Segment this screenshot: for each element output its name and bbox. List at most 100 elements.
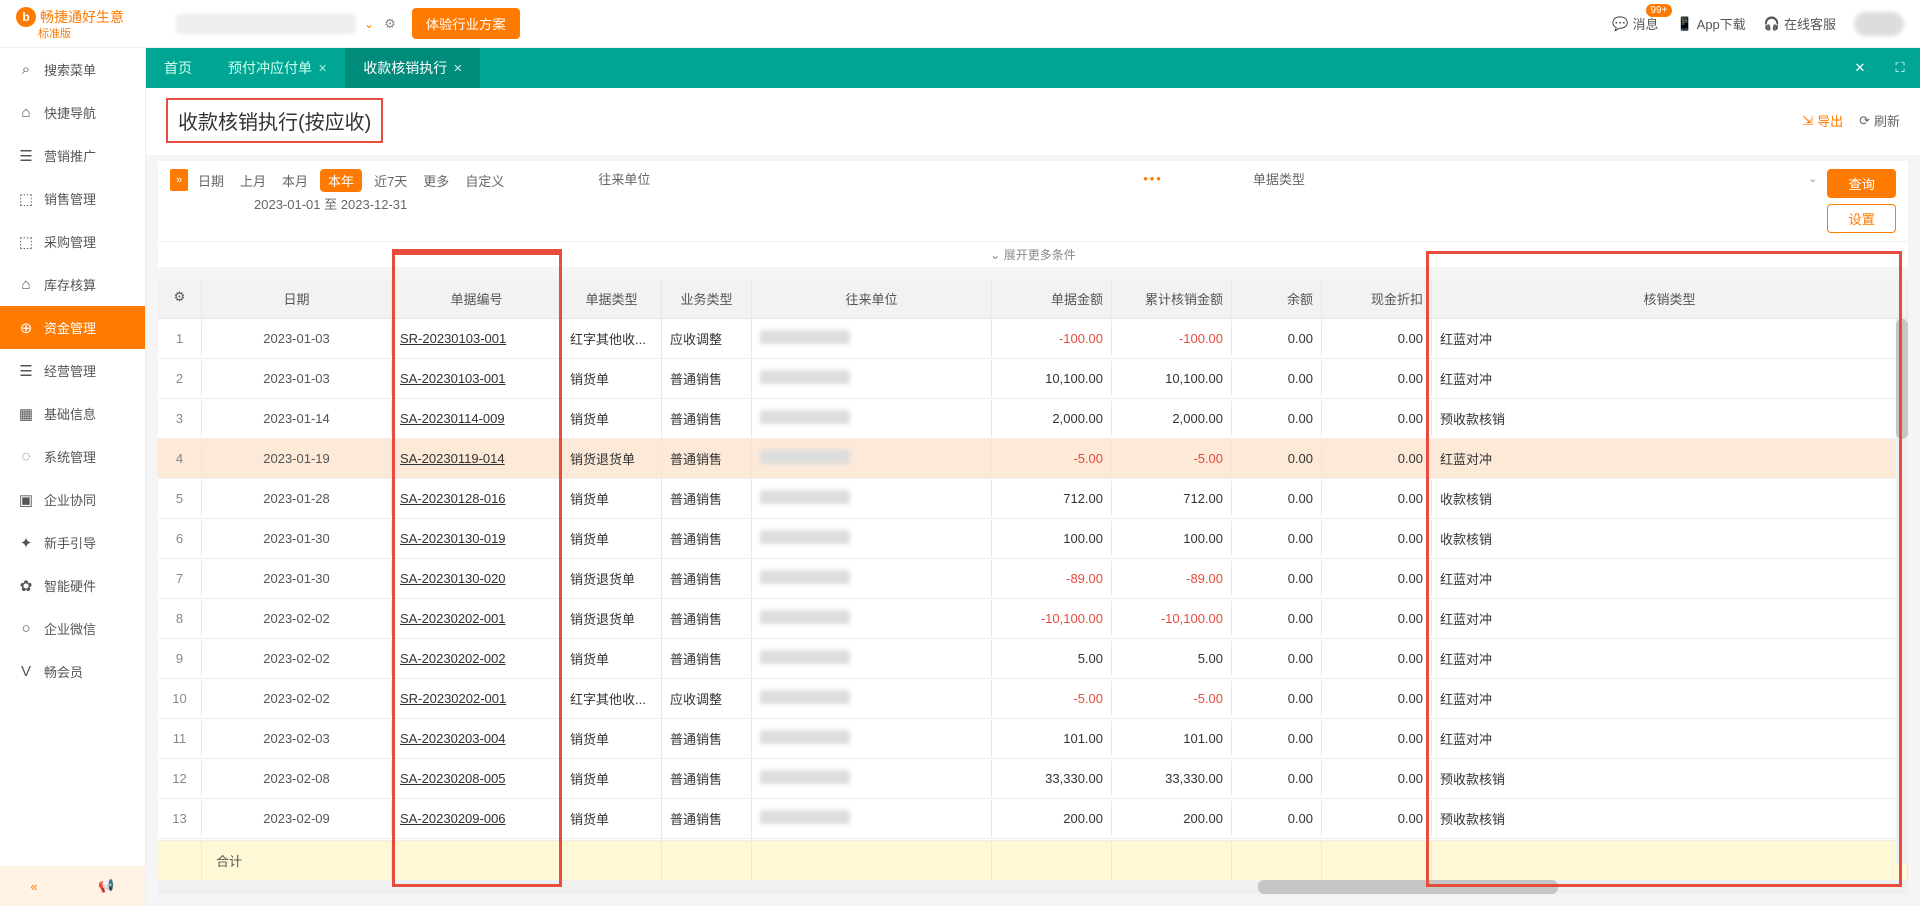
table-row[interactable]: 10 2023-02-02 SR-20230202-001 红字其他收... 应… xyxy=(158,679,1908,719)
sidebar-item-9[interactable]: ◌系统管理 xyxy=(0,435,145,478)
sidebar-item-5[interactable]: ⌂库存核算 xyxy=(0,263,145,306)
table-row[interactable]: 7 2023-01-30 SA-20230130-020 销货退货单 普通销售 … xyxy=(158,559,1908,599)
export-button[interactable]: ⇲ 导出 xyxy=(1802,111,1843,130)
sidebar-footer: « 📢 xyxy=(0,866,145,906)
trial-button[interactable]: 体验行业方案 xyxy=(412,8,520,39)
date-pill[interactable]: 自定义 xyxy=(461,169,508,192)
cell-discount: 0.00 xyxy=(1322,521,1432,556)
close-icon[interactable]: ✕ xyxy=(318,62,327,75)
tab-close-all[interactable]: ✕ xyxy=(1840,48,1880,88)
docno-link[interactable]: SA-20230202-001 xyxy=(400,611,506,626)
table-row[interactable]: 11 2023-02-03 SA-20230203-004 销货单 普通销售 1… xyxy=(158,719,1908,759)
docno-link[interactable]: SA-20230202-002 xyxy=(400,651,506,666)
filter-settings-button[interactable]: 设置 xyxy=(1827,204,1896,233)
sidebar-collapse-icon[interactable]: « xyxy=(30,879,37,894)
org-selector[interactable]: ⌄ xyxy=(176,14,374,34)
cell-writetype: 红蓝对冲 xyxy=(1432,679,1908,718)
app-download-link[interactable]: 📱 App下载 xyxy=(1676,14,1745,33)
sidebar-item-1[interactable]: ⌂快捷导航 xyxy=(0,91,145,134)
sidebar-item-11[interactable]: ✦新手引导 xyxy=(0,521,145,564)
docno-link[interactable]: SR-20230103-001 xyxy=(400,331,506,346)
party-picker-icon[interactable]: ••• xyxy=(1143,171,1163,186)
refresh-button[interactable]: ⟳ 刷新 xyxy=(1859,111,1900,130)
table-row[interactable]: 6 2023-01-30 SA-20230130-019 销货单 普通销售 10… xyxy=(158,519,1908,559)
settings-icon[interactable]: ⚙ xyxy=(384,16,396,32)
cell-cumamt: 200.00 xyxy=(1112,801,1232,836)
sidebar-item-10[interactable]: ▣企业协同 xyxy=(0,478,145,521)
sidebar-item-12[interactable]: ✿智能硬件 xyxy=(0,564,145,607)
column-settings-icon[interactable]: ⚙ xyxy=(158,279,202,318)
table-row[interactable]: 3 2023-01-14 SA-20230114-009 销货单 普通销售 2,… xyxy=(158,399,1908,439)
table-row[interactable]: 12 2023-02-08 SA-20230208-005 销货单 普通销售 3… xyxy=(158,759,1908,799)
close-icon[interactable]: ✕ xyxy=(453,62,462,75)
sidebar-item-3[interactable]: ⬚销售管理 xyxy=(0,177,145,220)
table-row[interactable]: 4 2023-01-19 SA-20230119-014 销货退货单 普通销售 … xyxy=(158,439,1908,479)
cell-cumamt: -89.00 xyxy=(1112,561,1232,596)
docno-link[interactable]: SA-20230208-005 xyxy=(400,771,506,786)
docno-link[interactable]: SA-20230130-019 xyxy=(400,531,506,546)
docno-link[interactable]: SA-20230203-004 xyxy=(400,731,506,746)
sidebar-announce-icon[interactable]: 📢 xyxy=(98,878,114,894)
expand-filters[interactable]: ⌄ 展开更多条件 xyxy=(158,241,1908,267)
tab-1[interactable]: 预付冲应付单✕ xyxy=(210,48,345,88)
docno-link[interactable]: SA-20230119-014 xyxy=(400,451,505,466)
col-doctype[interactable]: 单据类型 xyxy=(562,279,662,318)
col-date[interactable]: 日期 xyxy=(202,279,392,318)
online-service-link[interactable]: 🎧 在线客服 xyxy=(1764,14,1836,33)
page-title: 收款核销执行(按应收) xyxy=(178,112,371,134)
cell-date: 2023-01-30 xyxy=(202,521,392,556)
table-row[interactable]: 1 2023-01-03 SR-20230103-001 红字其他收... 应收… xyxy=(158,319,1908,359)
col-discount[interactable]: 现金折扣 xyxy=(1322,279,1432,318)
filter-collapse-handle[interactable]: » xyxy=(170,169,188,191)
col-biztype[interactable]: 业务类型 xyxy=(662,279,752,318)
query-button[interactable]: 查询 xyxy=(1827,169,1896,198)
cell-date: 2023-02-09 xyxy=(202,801,392,836)
messages-link[interactable]: 💬 消息 99+ xyxy=(1612,14,1658,33)
col-docno[interactable]: 单据编号 xyxy=(392,279,562,318)
col-cumamt[interactable]: 累计核销金额 xyxy=(1112,279,1232,318)
date-pill[interactable]: 近7天 xyxy=(370,169,411,192)
cell-balance: 0.00 xyxy=(1232,801,1322,836)
cell-cumamt: 2,000.00 xyxy=(1112,401,1232,436)
date-pill[interactable]: 本年 xyxy=(320,169,362,192)
sidebar-item-0[interactable]: ⌕搜索菜单 xyxy=(0,48,145,91)
col-amount[interactable]: 单据金额 xyxy=(992,279,1112,318)
col-party[interactable]: 往来单位 xyxy=(752,279,992,318)
date-pill[interactable]: 更多 xyxy=(419,169,453,192)
sidebar-icon: ☰ xyxy=(18,362,34,380)
table-row[interactable]: 2 2023-01-03 SA-20230103-001 销货单 普通销售 10… xyxy=(158,359,1908,399)
sidebar-item-2[interactable]: ☰营销推广 xyxy=(0,134,145,177)
sidebar-item-6[interactable]: ⊕资金管理 xyxy=(0,306,145,349)
sidebar-item-7[interactable]: ☰经营管理 xyxy=(0,349,145,392)
table-row[interactable]: 5 2023-01-28 SA-20230128-016 销货单 普通销售 71… xyxy=(158,479,1908,519)
cell-balance: 0.00 xyxy=(1232,361,1322,396)
col-balance[interactable]: 余额 xyxy=(1232,279,1322,318)
docno-link[interactable]: SR-20230202-001 xyxy=(400,691,506,706)
table-row[interactable]: 13 2023-02-09 SA-20230209-006 销货单 普通销售 2… xyxy=(158,799,1908,839)
sidebar-item-14[interactable]: V畅会员 xyxy=(0,650,145,693)
docno-link[interactable]: SA-20230128-016 xyxy=(400,491,506,506)
cell-doctype: 销货单 xyxy=(562,479,662,518)
sidebar-item-4[interactable]: ⬚采购管理 xyxy=(0,220,145,263)
table-row[interactable]: 8 2023-02-02 SA-20230202-001 销货退货单 普通销售 … xyxy=(158,599,1908,639)
docno-link[interactable]: SA-20230114-009 xyxy=(400,411,505,426)
user-avatar[interactable] xyxy=(1854,12,1904,36)
horizontal-scrollbar[interactable] xyxy=(158,880,1908,894)
docno-link[interactable]: SA-20230103-001 xyxy=(400,371,506,386)
table-row[interactable]: 9 2023-02-02 SA-20230202-002 销货单 普通销售 5.… xyxy=(158,639,1908,679)
docno-link[interactable]: SA-20230130-020 xyxy=(400,571,506,586)
docno-link[interactable]: SA-20230209-006 xyxy=(400,811,506,826)
sidebar-icon: ⊕ xyxy=(18,319,34,337)
cell-discount: 0.00 xyxy=(1322,721,1432,756)
tab-fullscreen[interactable]: ⛶ xyxy=(1880,48,1920,88)
date-pill[interactable]: 上月 xyxy=(236,169,270,192)
sidebar-icon: ☰ xyxy=(18,147,34,165)
doctype-dropdown-icon[interactable]: ⌄ xyxy=(1808,172,1817,185)
col-writetype[interactable]: 核销类型 xyxy=(1432,279,1908,318)
vertical-scrollbar[interactable] xyxy=(1896,319,1908,864)
date-pill[interactable]: 本月 xyxy=(278,169,312,192)
tab-2[interactable]: 收款核销执行✕ xyxy=(345,48,480,88)
tab-0[interactable]: 首页 xyxy=(146,48,210,88)
sidebar-item-8[interactable]: ▦基础信息 xyxy=(0,392,145,435)
sidebar-item-13[interactable]: ○企业微信 xyxy=(0,607,145,650)
